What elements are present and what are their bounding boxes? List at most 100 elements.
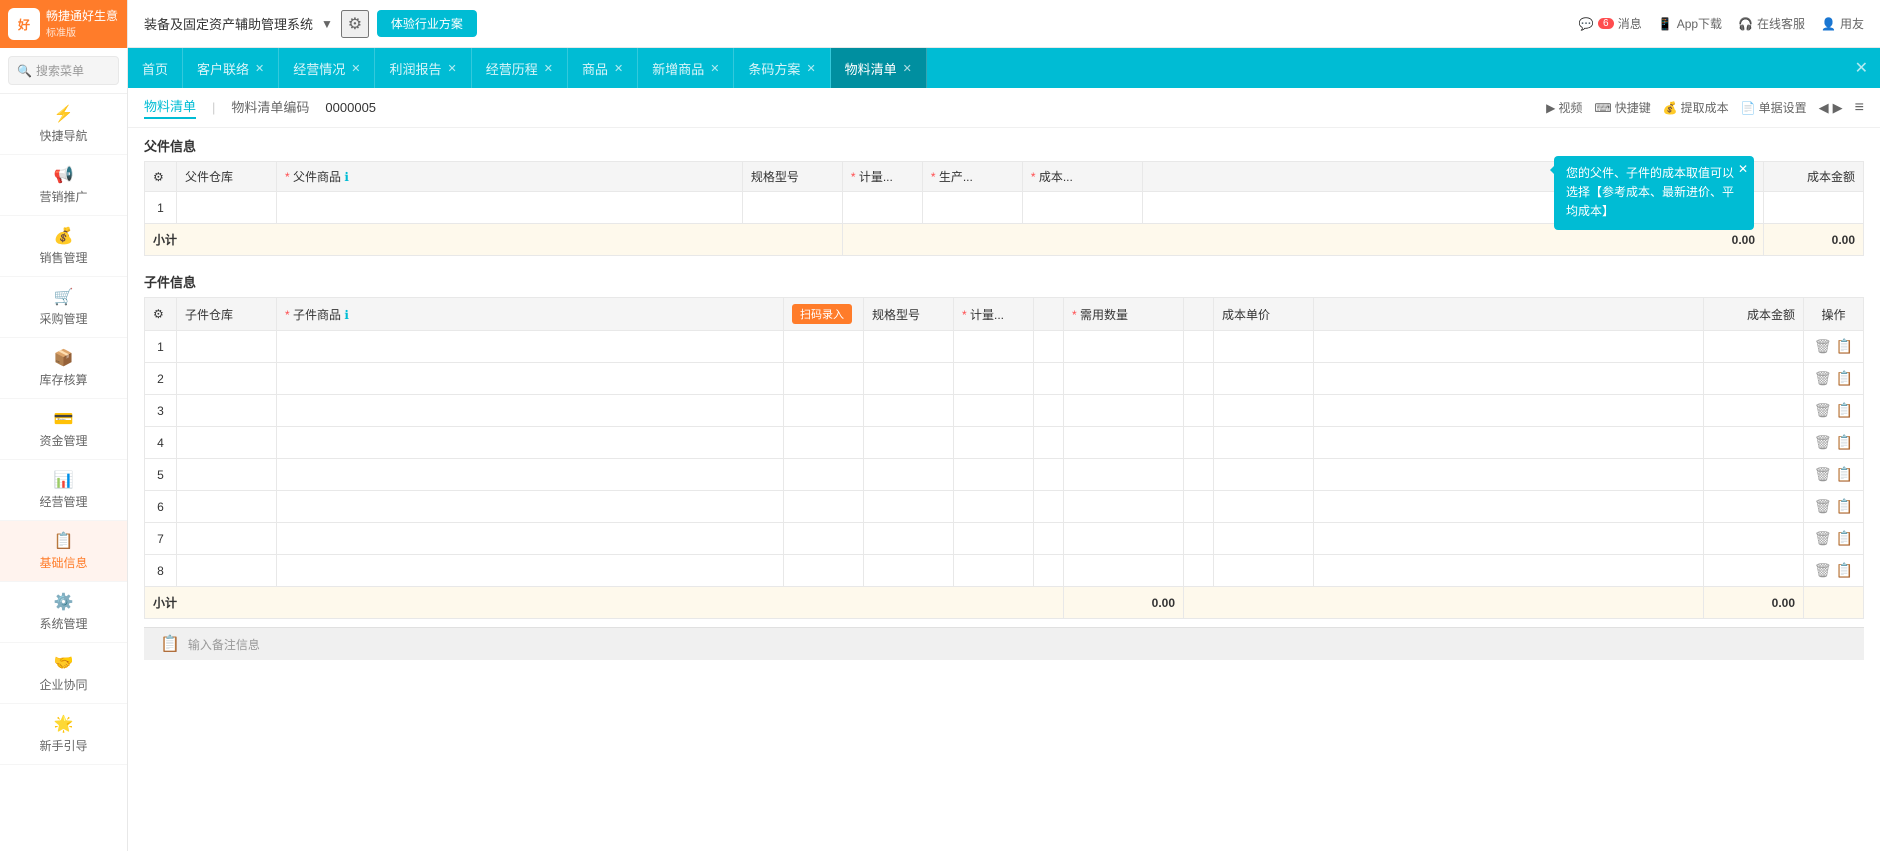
tooltip-text: 您的父件、子件的成本取值可以选择【参考成本、最新进价、平均成本】 bbox=[1566, 166, 1734, 218]
tab-history[interactable]: 经营历程 ✕ bbox=[472, 48, 568, 88]
tab-history-close[interactable]: ✕ bbox=[544, 62, 553, 75]
sidebar-item-operations[interactable]: 📊 经营管理 bbox=[0, 460, 127, 521]
delete-icon[interactable]: 🗑 bbox=[1814, 338, 1832, 355]
parent-cost-type-cell[interactable] bbox=[1022, 192, 1142, 224]
sidebar-item-guide[interactable]: 🌟 新手引导 bbox=[0, 704, 127, 765]
parent-section-title: 父件信息 bbox=[144, 136, 1864, 155]
message-badge: 6 bbox=[1598, 18, 1614, 29]
scan-button[interactable]: 扫码录入 bbox=[792, 304, 852, 324]
doc-settings-label: 单据设置 bbox=[1759, 99, 1807, 116]
user-icon: 👤 bbox=[1821, 17, 1836, 31]
sidebar-item-basic-info[interactable]: 📋 基础信息 bbox=[0, 521, 127, 582]
online-service-action[interactable]: 🎧 在线客服 bbox=[1738, 15, 1805, 32]
tab-customer[interactable]: 客户联络 ✕ bbox=[183, 48, 279, 88]
parent-col-warehouse: 父件仓库 bbox=[177, 162, 277, 192]
child-warehouse-cell[interactable] bbox=[177, 331, 277, 363]
tab-new-goods-close[interactable]: ✕ bbox=[710, 62, 719, 75]
tab-goods[interactable]: 商品 ✕ bbox=[568, 48, 638, 88]
system-dropdown[interactable]: ▼ bbox=[321, 17, 333, 31]
parent-unit-cell[interactable] bbox=[842, 192, 922, 224]
tab-barcode-close[interactable]: ✕ bbox=[806, 62, 815, 75]
online-service-label: 在线客服 bbox=[1757, 15, 1805, 32]
copy-icon[interactable]: 📋 bbox=[1836, 562, 1853, 579]
child-unit-cost-cell[interactable] bbox=[1214, 331, 1314, 363]
parent-production-cell[interactable] bbox=[922, 192, 1022, 224]
sub-header: 物料清单 | 物料清单编码 0000005 ▶ 视频 ⌨ 快捷键 💰 提取成本 bbox=[128, 88, 1880, 128]
tab-operations-status[interactable]: 经营情况 ✕ bbox=[279, 48, 375, 88]
extract-cost-action[interactable]: 💰 提取成本 bbox=[1663, 99, 1729, 116]
sidebar-item-sales[interactable]: 💰 销售管理 bbox=[0, 216, 127, 277]
tab-bom[interactable]: 物料清单 ✕ bbox=[831, 48, 927, 88]
tab-profit[interactable]: 利润报告 ✕ bbox=[375, 48, 471, 88]
copy-icon[interactable]: 📋 bbox=[1836, 498, 1853, 515]
top-header: 装备及固定资产辅助管理系统 ▼ ⚙ 体验行业方案 💬 6 消息 📱 App下载 … bbox=[128, 0, 1880, 48]
message-icon: 💬 bbox=[1579, 17, 1594, 31]
child-table: ⚙ 子件仓库 * 子件商品 ℹ 扫码录入 规格型号 * 计量... * 需用数量 bbox=[144, 297, 1864, 619]
parent-table-container: ⚙ 父件仓库 * 父件商品 ℹ 规格型号 * 计量... * 生产... * 成… bbox=[144, 161, 1864, 256]
tab-customer-close[interactable]: ✕ bbox=[255, 62, 264, 75]
sub-tab-bom-code[interactable]: 物料清单编码 bbox=[231, 97, 309, 118]
prev-arrow[interactable]: ◀ bbox=[1819, 100, 1829, 116]
doc-settings-action[interactable]: 📄 单据设置 bbox=[1741, 99, 1807, 116]
scroll-area: 父件信息 ⚙ 父件仓库 * 父件商品 ℹ 规格型号 * 计量... * 生产..… bbox=[128, 128, 1880, 851]
delete-icon[interactable]: 🗑 bbox=[1814, 562, 1832, 579]
user-action[interactable]: 👤 用友 bbox=[1821, 15, 1864, 32]
tab-profit-close[interactable]: ✕ bbox=[448, 62, 457, 75]
tab-bom-close[interactable]: ✕ bbox=[903, 62, 912, 75]
sidebar-item-marketing[interactable]: 📢 营销推广 bbox=[0, 155, 127, 216]
copy-icon[interactable]: 📋 bbox=[1836, 466, 1853, 483]
child-spec-cell[interactable] bbox=[864, 331, 954, 363]
delete-icon[interactable]: 🗑 bbox=[1814, 402, 1832, 419]
tab-ops-close[interactable]: ✕ bbox=[351, 62, 360, 75]
child-col-spec: 规格型号 bbox=[864, 298, 954, 331]
sub-tab-bom[interactable]: 物料清单 bbox=[144, 96, 196, 119]
next-arrow[interactable]: ▶ bbox=[1833, 100, 1843, 116]
parent-product-cell[interactable] bbox=[277, 192, 743, 224]
app-download-action[interactable]: 📱 App下载 bbox=[1658, 15, 1722, 32]
marketing-icon: 📢 bbox=[54, 165, 74, 185]
child-unit-cell[interactable] bbox=[954, 331, 1034, 363]
child-qty-cell[interactable] bbox=[1064, 331, 1184, 363]
sidebar-item-system[interactable]: ⚙️ 系统管理 bbox=[0, 582, 127, 643]
shortcut-action[interactable]: ⌨ 快捷键 bbox=[1594, 99, 1650, 116]
sidebar-item-label: 快捷导航 bbox=[39, 127, 87, 144]
finance-icon: 💳 bbox=[54, 409, 74, 429]
child-col-action: 操作 bbox=[1804, 298, 1864, 331]
delete-icon[interactable]: 🗑 bbox=[1814, 498, 1832, 515]
sidebar-item-enterprise[interactable]: 🤝 企业协同 bbox=[0, 643, 127, 704]
inventory-icon: 📦 bbox=[54, 348, 74, 368]
layout-toggle[interactable]: ≡ bbox=[1855, 99, 1864, 117]
search-menu-button[interactable]: 🔍 搜索菜单 bbox=[8, 56, 119, 85]
sidebar-item-finance[interactable]: 💳 资金管理 bbox=[0, 399, 127, 460]
parent-spec-cell[interactable] bbox=[742, 192, 842, 224]
copy-icon[interactable]: 📋 bbox=[1836, 530, 1853, 547]
sidebar-item-label: 新手引导 bbox=[39, 737, 87, 754]
parent-warehouse-cell[interactable] bbox=[177, 192, 277, 224]
sidebar-item-inventory[interactable]: 📦 库存核算 bbox=[0, 338, 127, 399]
tab-home[interactable]: 首页 bbox=[128, 48, 183, 88]
sidebar-item-quick-nav[interactable]: ⚡ 快捷导航 bbox=[0, 94, 127, 155]
main-content: 装备及固定资产辅助管理系统 ▼ ⚙ 体验行业方案 💬 6 消息 📱 App下载 … bbox=[128, 0, 1880, 851]
nav-close-all[interactable]: ✕ bbox=[1843, 58, 1880, 78]
delete-icon[interactable]: 🗑 bbox=[1814, 530, 1832, 547]
note-placeholder[interactable]: 输入备注信息 bbox=[188, 636, 260, 653]
copy-icon[interactable]: 📋 bbox=[1836, 434, 1853, 451]
copy-icon[interactable]: 📋 bbox=[1836, 338, 1853, 355]
sidebar-item-purchase[interactable]: 🛒 采购管理 bbox=[0, 277, 127, 338]
copy-icon[interactable]: 📋 bbox=[1836, 402, 1853, 419]
child-product-cell[interactable] bbox=[277, 331, 784, 363]
tab-new-goods[interactable]: 新增商品 ✕ bbox=[638, 48, 734, 88]
gear-button[interactable]: ⚙ bbox=[341, 10, 369, 38]
delete-icon[interactable]: 🗑 bbox=[1814, 434, 1832, 451]
delete-icon[interactable]: 🗑 bbox=[1814, 466, 1832, 483]
message-action[interactable]: 💬 6 消息 bbox=[1579, 15, 1642, 32]
video-action[interactable]: ▶ 视频 bbox=[1546, 99, 1582, 116]
delete-icon[interactable]: 🗑 bbox=[1814, 370, 1832, 387]
tab-goods-close[interactable]: ✕ bbox=[614, 62, 623, 75]
trial-button[interactable]: 体验行业方案 bbox=[377, 10, 477, 37]
copy-icon[interactable]: 📋 bbox=[1836, 370, 1853, 387]
child-col-amount: 成本金额 bbox=[1704, 298, 1804, 331]
shortcut-label: 快捷键 bbox=[1615, 99, 1651, 116]
tooltip-close-btn[interactable]: ✕ bbox=[1738, 160, 1748, 179]
tab-barcode[interactable]: 条码方案 ✕ bbox=[734, 48, 830, 88]
